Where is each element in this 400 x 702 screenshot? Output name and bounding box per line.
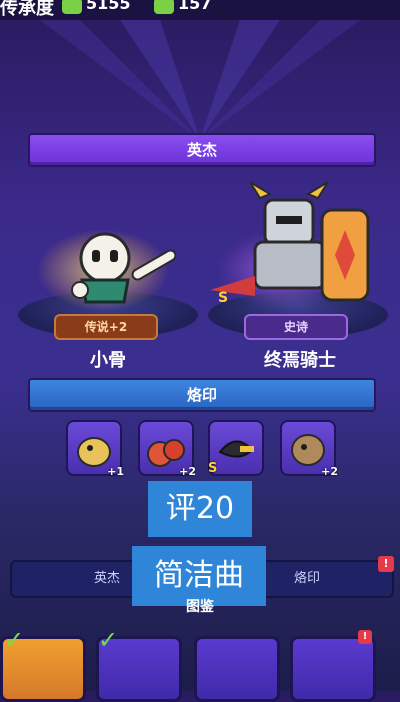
rune-level: +2	[321, 465, 338, 478]
collection-card[interactable]	[290, 636, 376, 702]
runes-section-banner: 烙印	[28, 378, 376, 412]
check-icon: ✓	[4, 626, 25, 654]
rune-slot[interactable]: +2	[280, 420, 338, 478]
notification-badge: !	[378, 556, 394, 572]
player-name: 传承度	[0, 0, 54, 19]
hero-rarity-badge: 传说+2	[54, 314, 158, 340]
top-status-bar: 传承度 5155 157	[0, 0, 400, 20]
hero-rarity-badge: 史诗	[244, 314, 348, 340]
hero-knight-portrait[interactable]: S	[210, 180, 380, 310]
rune-level: +1	[107, 465, 124, 478]
rune-slot[interactable]: +2	[138, 420, 196, 478]
tab-runes[interactable]: 烙印	[272, 562, 342, 596]
hero-name: 终焉骑士	[264, 350, 336, 371]
hero-collection-row: ✓ ✓ !	[0, 626, 400, 702]
rune-level: +2	[179, 465, 196, 478]
gem-icon	[154, 0, 174, 14]
currency1-value: 5155	[86, 0, 131, 13]
collection-label: 图鉴	[186, 599, 214, 615]
hero-skeleton-portrait[interactable]	[60, 220, 190, 310]
svg-text:S: S	[218, 290, 228, 306]
rune-marker: S	[208, 461, 218, 476]
notification-badge: !	[358, 630, 372, 644]
overlay-text-1: 评20	[148, 481, 252, 537]
heroes-section-banner: 英杰	[28, 133, 376, 167]
hero-name: 小骨	[90, 350, 126, 371]
check-icon: ✓	[98, 626, 119, 654]
rune-slot[interactable]: +1	[66, 420, 124, 478]
collection-card[interactable]	[194, 636, 280, 702]
background-rays	[40, 20, 360, 140]
currency2-value: 157	[178, 0, 212, 13]
gem-icon	[62, 0, 82, 14]
rune-icon	[218, 440, 254, 458]
rune-slot[interactable]: S	[208, 420, 264, 476]
